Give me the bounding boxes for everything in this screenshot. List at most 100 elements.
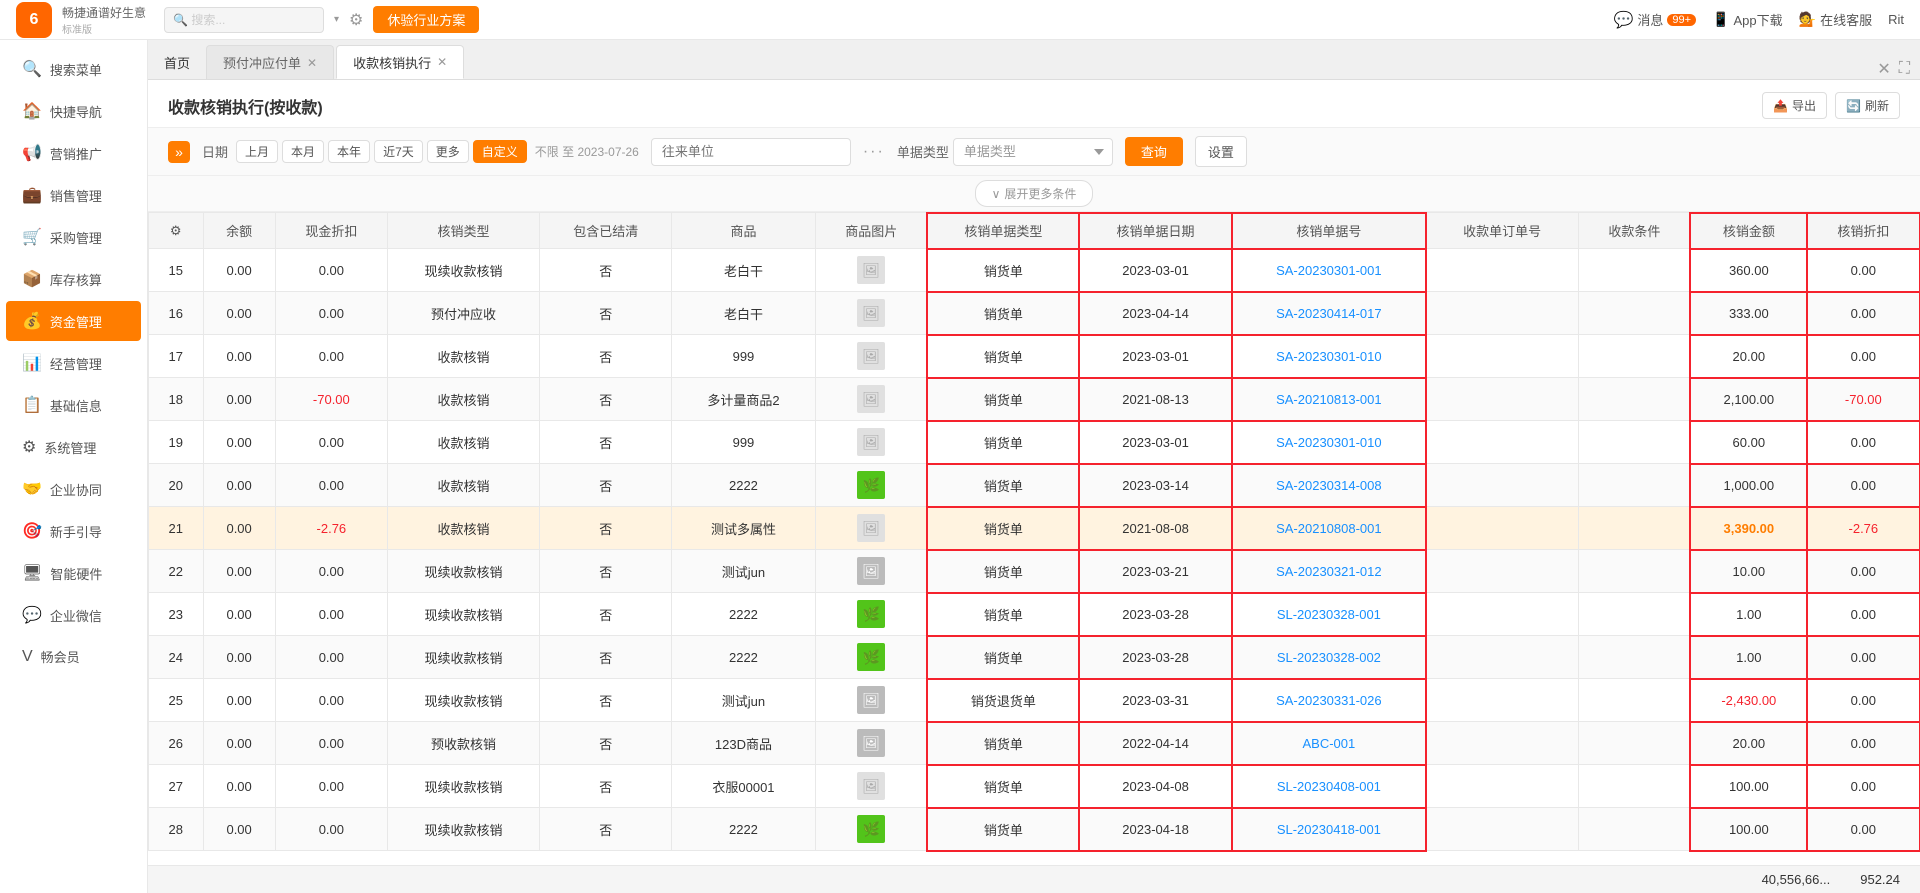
settings-icon[interactable]: ⚙ xyxy=(349,10,363,30)
member-icon: V xyxy=(22,648,33,666)
filter-expand-button[interactable]: » xyxy=(168,141,190,163)
tab-close-all-icon[interactable]: ✕ xyxy=(1877,59,1890,79)
solution-button[interactable]: 休验行业方案 xyxy=(373,6,479,33)
sidebar-item-system[interactable]: ⚙ 系统管理 xyxy=(6,427,141,467)
data-table: ⚙ 余额 现金折扣 核销类型 包含已结清 商品 商品图片 核销单据类型 核销单据… xyxy=(148,212,1920,851)
sidebar-item-guide[interactable]: 🎯 新手引导 xyxy=(6,511,141,551)
col-writeoff-type: 核销类型 xyxy=(387,213,539,249)
basic-info-icon: 📋 xyxy=(22,395,42,415)
settings-button[interactable]: 设置 xyxy=(1195,136,1247,167)
finance-icon: 💰 xyxy=(22,311,42,331)
sidebar-item-hardware[interactable]: 🖥 智能硬件 xyxy=(6,553,141,593)
query-button[interactable]: 查询 xyxy=(1125,137,1183,166)
partner-input[interactable] xyxy=(651,138,851,166)
table-row: 170.000.00收款核销否999🖼销货单2023-03-01SA-20230… xyxy=(149,335,1920,378)
top-bar: 6 畅捷通谱好生意 标准版 🔍 搜索... ▾ ⚙ 休验行业方案 💬 消息 99… xyxy=(0,0,1920,40)
table-wrapper: ⚙ 余额 现金折扣 核销类型 包含已结清 商品 商品图片 核销单据类型 核销单据… xyxy=(148,212,1920,865)
guide-icon: 🎯 xyxy=(22,521,42,541)
app-logo: 6 xyxy=(16,2,52,38)
export-button[interactable]: 📤 导出 xyxy=(1762,92,1827,119)
col-settings[interactable]: ⚙ xyxy=(149,213,204,249)
sidebar-item-basic-info[interactable]: 📋 基础信息 xyxy=(6,385,141,425)
main-page: 收款核销执行(按收款) 📤 导出 🔄 刷新 » 日期 xyxy=(148,80,1920,893)
date-range-display: 不限 至 2023-07-26 xyxy=(535,143,639,160)
col-receipt-cond: 收款条件 xyxy=(1578,213,1690,249)
col-voucher-no: 核销单据号 xyxy=(1232,213,1426,249)
table-row: 200.000.00收款核销否2222🌿销货单2023-03-14SA-2023… xyxy=(149,464,1920,507)
refresh-button[interactable]: 🔄 刷新 xyxy=(1835,92,1900,119)
date-filter-row: 日期 上月 本月 本年 近7天 更多 自定义 不限 至 2023-07-26 xyxy=(202,140,639,163)
export-icon: 📤 xyxy=(1773,99,1788,113)
table-row: 180.00-70.00收款核销否多计量商品2🖼销货单2021-08-13SA-… xyxy=(149,378,1920,421)
date-btn-this-month[interactable]: 本月 xyxy=(282,140,324,163)
date-btn-more[interactable]: 更多 xyxy=(427,140,469,163)
sidebar-item-inventory[interactable]: 📦 库存核算 xyxy=(6,259,141,299)
sidebar-item-purchase[interactable]: 🛒 采购管理 xyxy=(6,217,141,257)
col-voucher-date: 核销单据日期 xyxy=(1079,213,1231,249)
tab-close-prepay[interactable]: ✕ xyxy=(307,56,317,70)
table-row: 280.000.00现续收款核销否2222🌿销货单2023-04-18SL-20… xyxy=(149,808,1920,851)
col-writeoff-amount: 核销金额 xyxy=(1690,213,1807,249)
messages-link[interactable]: 💬 消息 99+ xyxy=(1613,10,1696,30)
operations-icon: 📊 xyxy=(22,353,42,373)
table-row: 260.000.00预收款核销否123D商品🖼销货单2022-04-14ABC-… xyxy=(149,722,1920,765)
content-area: 首页 预付冲应付单 ✕ 收款核销执行 ✕ ✕ ⛶ 收款核销执行(按收款) 📤 xyxy=(148,40,1920,893)
table-row: 240.000.00现续收款核销否2222🌿销货单2023-03-28SL-20… xyxy=(149,636,1920,679)
username-display: Rit xyxy=(1888,12,1904,27)
marketing-icon: 📢 xyxy=(22,143,42,163)
date-btn-custom[interactable]: 自定义 xyxy=(473,140,527,163)
col-voucher-type: 核销单据类型 xyxy=(927,213,1079,249)
footer-writeoff-discount: 952.24 xyxy=(1860,872,1900,887)
voucher-type-select[interactable]: 单据类型 xyxy=(953,138,1113,166)
sidebar: 🔍 搜索菜单 🏠 快捷导航 📢 营销推广 💼 销售管理 🛒 采购管理 📦 库存核… xyxy=(0,40,148,893)
sidebar-item-search[interactable]: 🔍 搜索菜单 xyxy=(6,49,141,89)
sidebar-item-marketing[interactable]: 📢 营销推广 xyxy=(6,133,141,173)
table-footer: 40,556,66... 952.24 xyxy=(148,865,1920,893)
table-header-row: ⚙ 余额 现金折扣 核销类型 包含已结清 商品 商品图片 核销单据类型 核销单据… xyxy=(149,213,1920,249)
sales-icon: 💼 xyxy=(22,185,42,205)
top-search-placeholder: 🔍 搜索... xyxy=(164,7,324,33)
filter-bar: » 日期 上月 本月 本年 近7天 更多 自定义 不限 至 2023-07-26… xyxy=(148,128,1920,176)
sidebar-item-quicknav[interactable]: 🏠 快捷导航 xyxy=(6,91,141,131)
more-filter-dots[interactable]: ··· xyxy=(863,143,885,161)
page-actions: 📤 导出 🔄 刷新 xyxy=(1762,92,1900,119)
date-btn-this-year[interactable]: 本年 xyxy=(328,140,370,163)
hardware-icon: 🖥 xyxy=(22,563,42,583)
tab-expand-icon[interactable]: ⛶ xyxy=(1899,60,1910,78)
page-header: 收款核销执行(按收款) 📤 导出 🔄 刷新 xyxy=(148,80,1920,128)
table-row: 220.000.00现续收款核销否测试jun🖼销货单2023-03-21SA-2… xyxy=(149,550,1920,593)
dropdown-arrow-icon[interactable]: ▾ xyxy=(334,14,339,25)
page-title: 收款核销执行(按收款) xyxy=(168,94,323,118)
date-label: 日期 xyxy=(202,142,228,161)
tab-bar-right: ✕ ⛶ xyxy=(1877,59,1920,79)
date-btn-7days[interactable]: 近7天 xyxy=(374,140,423,163)
voucher-type-filter: 单据类型 单据类型 xyxy=(897,138,1113,166)
tab-prepay[interactable]: 预付冲应付单 ✕ xyxy=(206,45,334,79)
sidebar-item-finance[interactable]: 💰 资金管理 xyxy=(6,301,141,341)
top-bar-right: 💬 消息 99+ 📱 App下载 💁 在线客服 Rit xyxy=(1613,10,1904,30)
expand-more-button[interactable]: ∨ 展开更多条件 xyxy=(975,180,1094,207)
sidebar-item-sales[interactable]: 💼 销售管理 xyxy=(6,175,141,215)
footer-writeoff-amount: 40,556,66... xyxy=(1762,872,1831,887)
tab-writeoff[interactable]: 收款核销执行 ✕ xyxy=(336,45,464,79)
table-row: 250.000.00现续收款核销否测试jun🖼销货退货单2023-03-31SA… xyxy=(149,679,1920,722)
col-include-settled: 包含已结清 xyxy=(540,213,672,249)
col-cash-discount: 现金折扣 xyxy=(275,213,387,249)
app-brand: 畅捷通谱好生意 标准版 xyxy=(62,4,146,36)
sidebar-item-collab[interactable]: 🤝 企业协同 xyxy=(6,469,141,509)
app-download-link[interactable]: 📱 App下载 xyxy=(1712,10,1783,29)
expand-more-row: ∨ 展开更多条件 xyxy=(148,176,1920,212)
collab-icon: 🤝 xyxy=(22,479,42,499)
sidebar-item-operations[interactable]: 📊 经营管理 xyxy=(6,343,141,383)
wechat-icon: 💬 xyxy=(22,605,42,625)
online-service-link[interactable]: 💁 在线客服 xyxy=(1799,10,1872,29)
tab-home[interactable]: 首页 xyxy=(148,45,206,79)
purchase-icon: 🛒 xyxy=(22,227,42,247)
sidebar-item-wechat[interactable]: 💬 企业微信 xyxy=(6,595,141,635)
quicknav-icon: 🏠 xyxy=(22,101,42,121)
tab-close-writeoff[interactable]: ✕ xyxy=(437,55,447,69)
date-btn-last-month[interactable]: 上月 xyxy=(236,140,278,163)
search-menu-icon: 🔍 xyxy=(22,59,42,79)
col-balance: 余额 xyxy=(203,213,275,249)
sidebar-item-member[interactable]: V 畅会员 xyxy=(6,637,141,676)
